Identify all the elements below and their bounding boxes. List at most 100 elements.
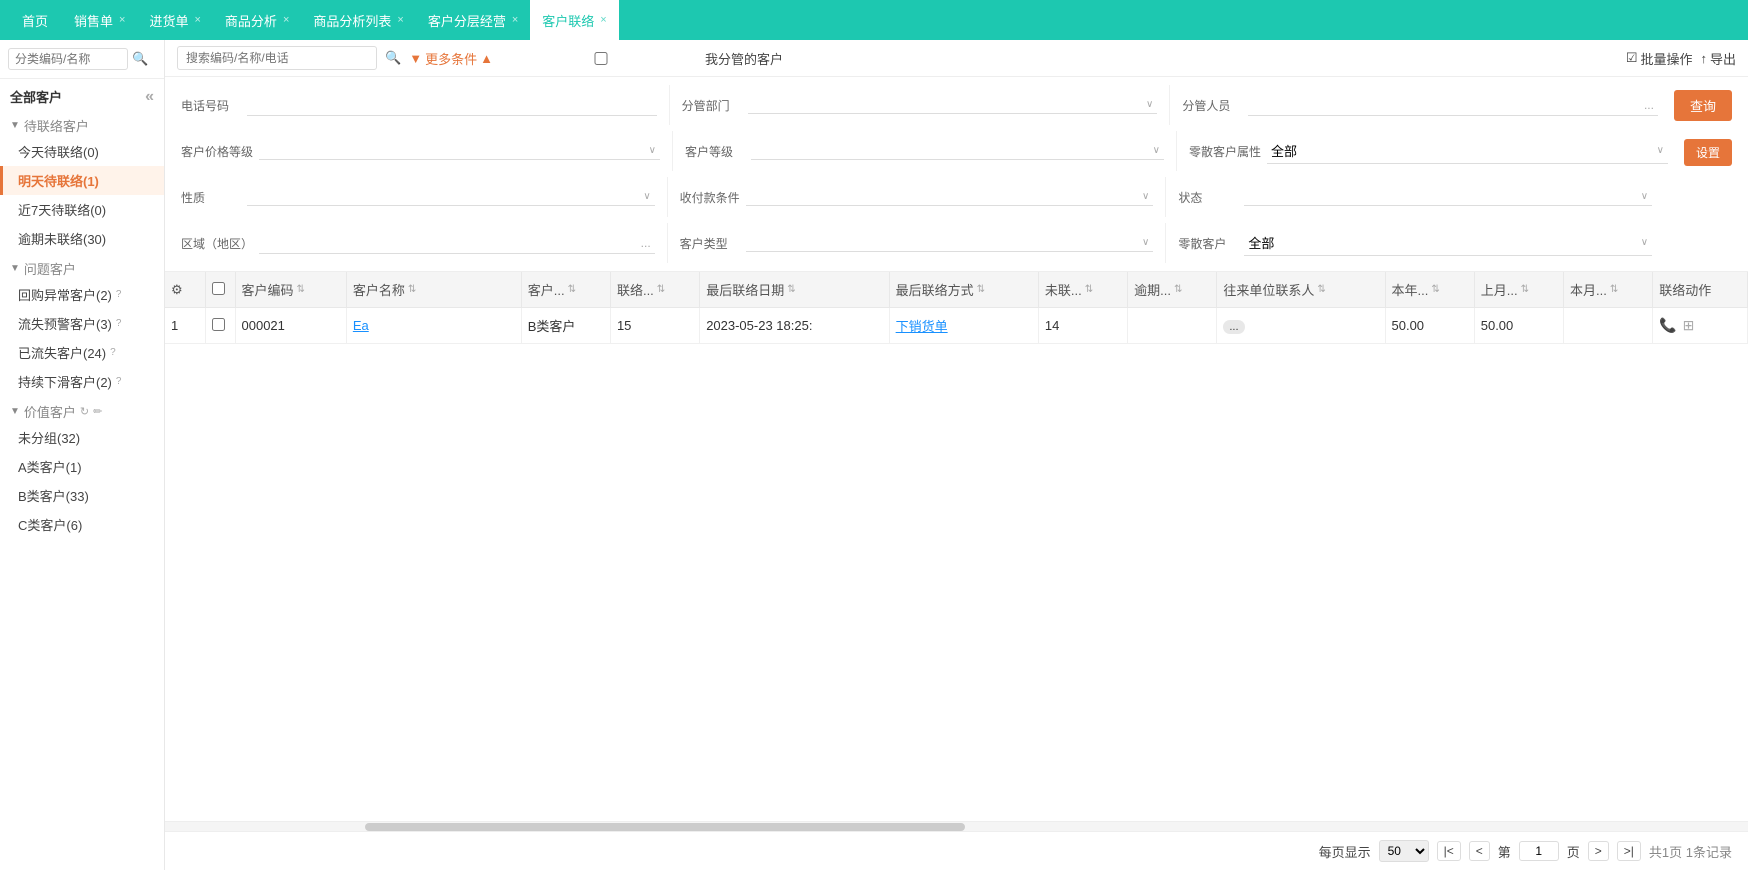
contact-method-link[interactable]: 下销货单 xyxy=(896,319,948,334)
col-checkbox[interactable] xyxy=(205,272,235,308)
sort-icon[interactable]: ⇅ xyxy=(977,284,985,295)
close-icon[interactable]: × xyxy=(512,14,518,26)
refresh-icon[interactable]: ↻ xyxy=(80,405,89,418)
sidebar-item-tomorrow-pending[interactable]: 明天待联络(1) xyxy=(0,166,164,195)
horizontal-scrollbar[interactable] xyxy=(165,821,1748,831)
per-page-label: 每页显示 xyxy=(1319,842,1371,861)
filter-customer-value-select[interactable]: ∨ xyxy=(259,142,660,160)
prev-page-button[interactable]: < xyxy=(1469,841,1490,861)
phone-icon[interactable]: 📞 xyxy=(1659,317,1676,334)
sort-icon[interactable]: ⇅ xyxy=(297,284,305,295)
nav-purchase-order[interactable]: 进货单 × xyxy=(137,0,212,40)
customer-name-link[interactable]: Ea xyxy=(353,318,369,333)
row-checkbox[interactable] xyxy=(212,318,225,331)
chevron-down-icon: ∨ xyxy=(1142,237,1149,248)
filter-phone-input[interactable] xyxy=(247,95,657,116)
nav-home[interactable]: 首页 xyxy=(8,0,62,40)
settings-icon[interactable]: ⚙ xyxy=(171,282,183,297)
search-icon[interactable]: 🔍 xyxy=(132,51,148,67)
nav-product-analysis-list[interactable]: 商品分析列表 × xyxy=(301,0,415,40)
search-icon[interactable]: 🔍 xyxy=(385,50,401,66)
sidebar-item-abnormal-repurchase[interactable]: 回购异常客户(2) ? xyxy=(0,280,164,309)
select-all-checkbox[interactable] xyxy=(212,282,225,295)
sidebar-item-today-pending[interactable]: 今天待联络(0) xyxy=(0,137,164,166)
sidebar-item-ungrouped[interactable]: 未分组(32) xyxy=(0,423,164,452)
sidebar-item-lost[interactable]: 已流失客户(24) ? xyxy=(0,338,164,367)
sidebar-item-overdue-pending[interactable]: 逾期未联络(30) xyxy=(0,224,164,253)
help-icon[interactable]: ? xyxy=(116,289,122,300)
collapse-icon[interactable]: « xyxy=(145,88,154,106)
filter-retail-customer-select[interactable]: 全部 ∨ xyxy=(1244,230,1652,256)
sort-icon[interactable]: ⇅ xyxy=(408,284,416,295)
grid-icon[interactable]: ⊞ xyxy=(1683,317,1695,334)
filter-payment-select[interactable]: ∨ xyxy=(746,188,1154,206)
cell-name[interactable]: Ea xyxy=(346,308,521,344)
sort-icon[interactable]: ⇅ xyxy=(1317,284,1325,295)
filter-region-select[interactable]: ... xyxy=(259,233,655,254)
sort-icon[interactable]: ⇅ xyxy=(1521,284,1529,295)
close-icon[interactable]: × xyxy=(600,14,606,26)
sidebar-item-class-c[interactable]: C类客户(6) xyxy=(0,510,164,539)
sort-icon[interactable]: ⇅ xyxy=(568,284,576,295)
nav-customer-tiering[interactable]: 客户分层经营 × xyxy=(416,0,530,40)
nav-customer-contact[interactable]: 客户联络 × xyxy=(530,0,618,40)
sort-icon[interactable]: ⇅ xyxy=(657,284,665,295)
nav-product-analysis[interactable]: 商品分析 × xyxy=(213,0,301,40)
last-page-button[interactable]: >| xyxy=(1617,841,1641,861)
col-contact-action: 联络动作 xyxy=(1653,272,1748,308)
export-button[interactable]: ↑ 导出 xyxy=(1700,49,1736,68)
more-filter-button[interactable]: ▼ 更多条件 ▲ xyxy=(409,49,493,68)
more-icon[interactable]: ... xyxy=(1644,98,1654,112)
batch-operation-button[interactable]: ☑ 批量操作 xyxy=(1626,49,1693,68)
filter-nature-select[interactable]: ∨ xyxy=(247,188,655,206)
close-icon[interactable]: × xyxy=(194,14,200,26)
col-settings[interactable]: ⚙ xyxy=(165,272,205,308)
per-page-select[interactable]: 50 100 200 xyxy=(1379,840,1429,862)
close-icon[interactable]: × xyxy=(119,14,125,26)
query-button[interactable]: 查询 xyxy=(1674,90,1732,121)
next-page-button[interactable]: > xyxy=(1588,841,1609,861)
edit-icon[interactable]: ✏ xyxy=(93,405,102,418)
sidebar-search-input[interactable] xyxy=(8,48,128,70)
page-input[interactable] xyxy=(1519,841,1559,861)
sidebar-item-declining[interactable]: 持续下滑客户(2) ? xyxy=(0,367,164,396)
help-icon[interactable]: ? xyxy=(110,347,116,358)
help-icon[interactable]: ? xyxy=(116,318,122,329)
nav-label: 进货单 xyxy=(149,11,188,30)
first-page-button[interactable]: |< xyxy=(1437,841,1461,861)
sidebar: 🔍 全部客户 « ▼ 待联络客户 今天待联络(0) 明天待联络(1) 近7天待联… xyxy=(0,40,165,870)
sort-icon[interactable]: ⇅ xyxy=(1431,284,1439,295)
filter-dept-select[interactable]: ∨ xyxy=(748,96,1158,114)
all-customers-header[interactable]: 全部客户 « xyxy=(0,79,164,110)
col-this-month: 本月... ⇅ xyxy=(1563,272,1652,308)
cell-checkbox[interactable] xyxy=(205,308,235,344)
my-customer-checkbox-label[interactable]: 我分管的客户 xyxy=(501,49,783,68)
col-label: 客户编码 xyxy=(242,280,294,299)
nav-label: 客户联络 xyxy=(542,11,594,30)
sort-icon[interactable]: ⇅ xyxy=(1610,284,1618,295)
sort-icon[interactable]: ⇅ xyxy=(787,284,795,295)
search-input[interactable] xyxy=(177,46,377,70)
close-icon[interactable]: × xyxy=(397,14,403,26)
cell-code: 000021 xyxy=(235,308,346,344)
help-icon[interactable]: ? xyxy=(116,376,122,387)
filter-status-select[interactable]: ∨ xyxy=(1244,188,1652,206)
filter-row-4: 区域（地区） ... 客户类型 ∨ 零散客户 全部 xyxy=(181,223,1732,263)
scrollbar-thumb[interactable] xyxy=(365,823,965,831)
sidebar-item-class-a[interactable]: A类客户(1) xyxy=(0,452,164,481)
close-icon[interactable]: × xyxy=(283,14,289,26)
sidebar-item-loss-warning[interactable]: 流失预警客户(3) ? xyxy=(0,309,164,338)
filter-customer-level-select[interactable]: ∨ xyxy=(751,142,1164,160)
filter-customer-type-select[interactable]: ∨ xyxy=(746,234,1154,252)
filter-retail-attr-select[interactable]: 全部 ∨ xyxy=(1267,138,1668,164)
cell-last-contact-method[interactable]: 下销货单 xyxy=(889,308,1038,344)
sidebar-item-class-b[interactable]: B类客户(33) xyxy=(0,481,164,510)
filter-person-select[interactable]: ... xyxy=(1248,95,1658,116)
settings-button[interactable]: 设置 xyxy=(1684,139,1732,166)
my-customer-checkbox[interactable] xyxy=(501,52,701,65)
nav-sales-order[interactable]: 销售单 × xyxy=(62,0,137,40)
sidebar-item-week-pending[interactable]: 近7天待联络(0) xyxy=(0,195,164,224)
sort-icon[interactable]: ⇅ xyxy=(1174,284,1182,295)
sort-icon[interactable]: ⇅ xyxy=(1085,284,1093,295)
more-icon[interactable]: ... xyxy=(641,236,651,250)
